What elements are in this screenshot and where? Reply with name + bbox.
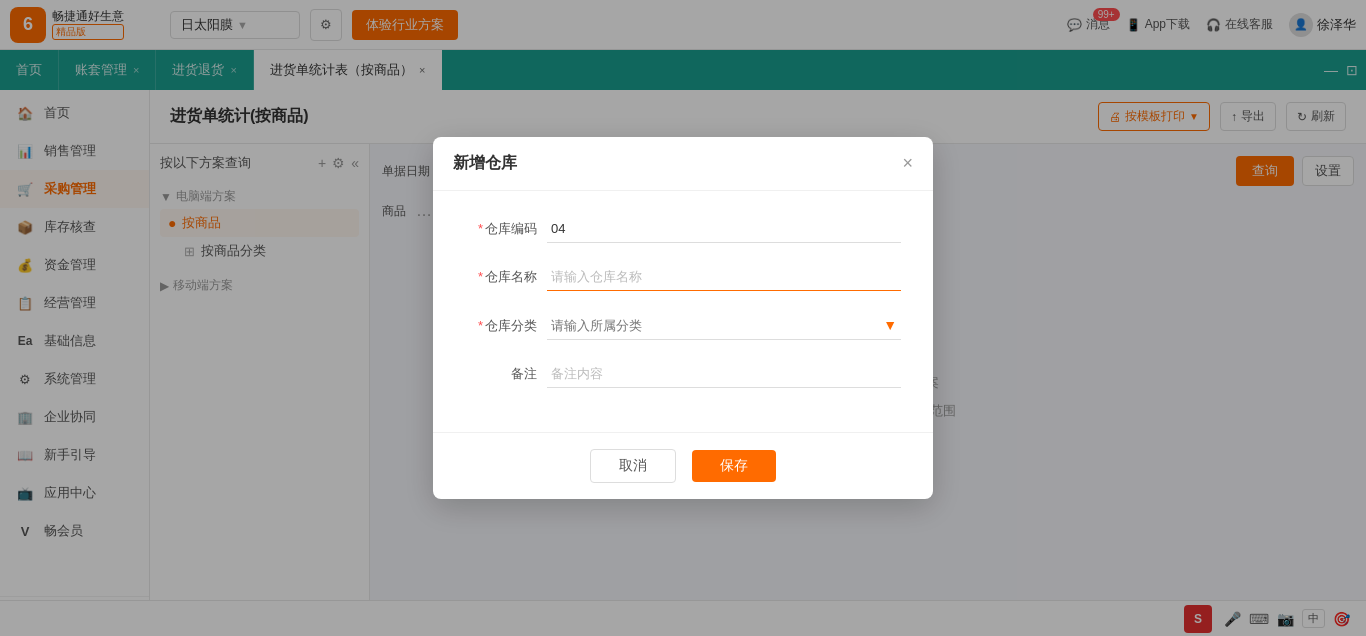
input-warehouse-code[interactable] (547, 215, 901, 243)
required-star-name: * (478, 269, 483, 284)
dialog-title: 新增仓库 (453, 153, 517, 174)
category-dropdown-icon[interactable]: ▼ (883, 317, 897, 333)
label-remark: 备注 (465, 365, 537, 383)
cancel-btn[interactable]: 取消 (590, 449, 676, 483)
form-row-code: *仓库编码 (465, 215, 901, 243)
dialog-header: 新增仓库 × (433, 137, 933, 191)
input-warehouse-name[interactable] (547, 263, 901, 291)
input-warehouse-category[interactable] (551, 318, 883, 333)
form-row-remark: 备注 (465, 360, 901, 388)
input-warehouse-remark[interactable] (547, 360, 901, 388)
label-category: *仓库分类 (465, 317, 537, 335)
required-star-code: * (478, 221, 483, 236)
dialog-body: *仓库编码 *仓库名称 *仓库分类 ▼ (433, 191, 933, 432)
dialog-footer: 取消 保存 (433, 432, 933, 499)
new-warehouse-dialog: 新增仓库 × *仓库编码 *仓库名称 *仓库分类 (433, 137, 933, 499)
form-row-category: *仓库分类 ▼ (465, 311, 901, 340)
label-code: *仓库编码 (465, 220, 537, 238)
dialog-close-btn[interactable]: × (902, 153, 913, 174)
save-btn[interactable]: 保存 (692, 450, 776, 482)
label-name: *仓库名称 (465, 268, 537, 286)
required-star-category: * (478, 318, 483, 333)
form-row-name: *仓库名称 (465, 263, 901, 291)
modal-overlay[interactable]: 新增仓库 × *仓库编码 *仓库名称 *仓库分类 (0, 0, 1366, 636)
select-category-wrapper: ▼ (547, 311, 901, 340)
